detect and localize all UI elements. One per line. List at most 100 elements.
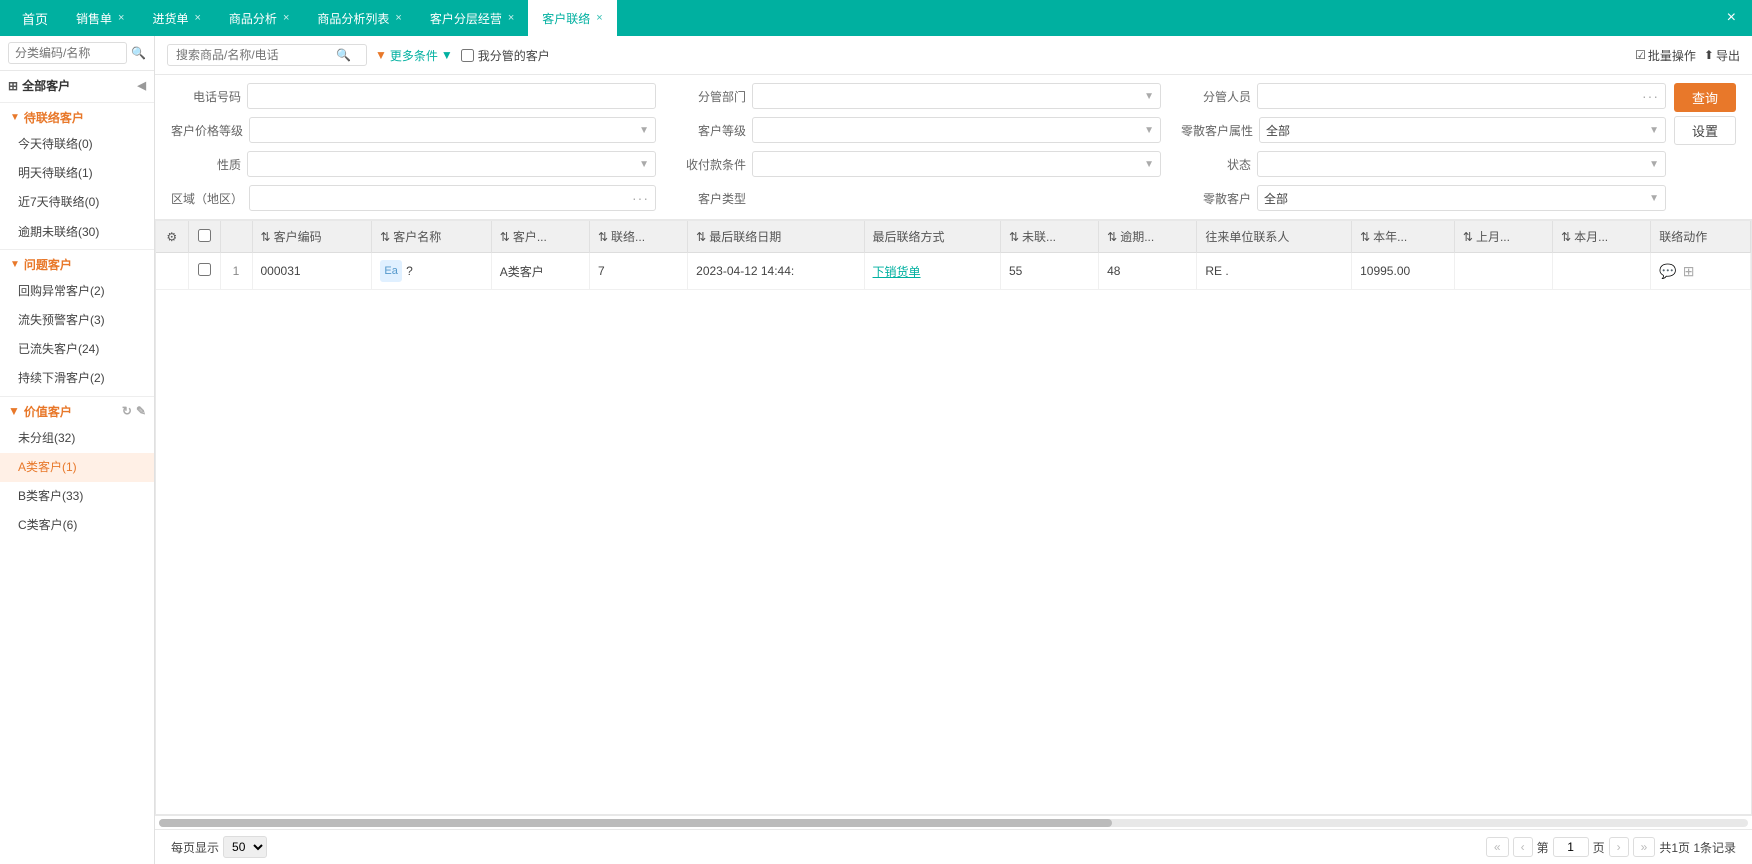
sidebar-item-today-contact[interactable]: 今天待联络(0) — [0, 130, 154, 159]
sidebar-item-week-contact[interactable]: 近7天待联络(0) — [0, 188, 154, 217]
filter-label-customer-level: 客户等级 — [676, 122, 746, 139]
settings-button[interactable]: 设置 — [1674, 116, 1736, 145]
first-page-btn[interactable]: « — [1486, 837, 1509, 857]
scrollbar-thumb[interactable] — [159, 819, 1112, 827]
filter-select-payment[interactable]: ▼ — [752, 151, 1161, 177]
td-row-unit-contact: RE . — [1197, 253, 1352, 290]
filter-label-manager: 分管人员 — [1181, 88, 1251, 105]
filter-cell-manager: 分管人员 ··· — [1181, 83, 1666, 109]
td-row-this-year: 10995.00 — [1352, 253, 1455, 290]
chat-action-icon[interactable]: 💬 — [1659, 263, 1676, 280]
close-purchase-tab[interactable]: × — [194, 12, 200, 24]
sidebar-item-a-class[interactable]: A类客户(1) — [0, 453, 154, 482]
query-button[interactable]: 查询 — [1674, 83, 1736, 112]
sidebar-item-tomorrow-contact[interactable]: 明天待联络(1) — [0, 159, 154, 188]
name-avatar-wrap: Ea ? — [380, 260, 413, 282]
close-sales-tab[interactable]: × — [118, 12, 124, 24]
sidebar-item-c-class[interactable]: C类客户(6) — [0, 511, 154, 540]
filter-label-phone: 电话号码 — [171, 88, 241, 105]
sidebar-item-repurchase-abnormal[interactable]: 回购异常客户(2) — [0, 277, 154, 306]
th-num — [220, 221, 252, 253]
filter-select-customer-level[interactable]: ▼ — [752, 117, 1161, 143]
filter-select-nature[interactable]: ▼ — [247, 151, 656, 177]
filter-input-phone[interactable] — [247, 83, 656, 109]
per-page-select[interactable]: 50 — [223, 836, 267, 858]
sort-icon: ⇅ — [598, 230, 608, 244]
caret-scatter: ▼ — [1649, 193, 1659, 204]
nav-tab-customer-segment[interactable]: 客户分层经营 × — [416, 0, 528, 36]
filter-btn[interactable]: ▼ 更多条件 ▼ — [375, 47, 453, 64]
sidebar-item-churn-warning[interactable]: 流失预警客户(3) — [0, 306, 154, 335]
qr-action-icon[interactable]: ⊞ — [1683, 263, 1695, 280]
sidebar-item-b-class[interactable]: B类客户(33) — [0, 482, 154, 511]
filter-select-dept[interactable]: ▼ — [752, 83, 1161, 109]
sidebar-item-unclassified[interactable]: 未分组(32) — [0, 424, 154, 453]
filter-select-scatter[interactable]: 全部 ▼ — [1257, 185, 1666, 211]
caret-dept: ▼ — [1144, 91, 1154, 102]
sort-icon: ⇅ — [696, 230, 706, 244]
sidebar-item-churned[interactable]: 已流失客户(24) — [0, 335, 154, 364]
filter-select-price-level[interactable]: ▼ — [249, 117, 656, 143]
select-all-checkbox[interactable] — [198, 229, 211, 242]
nav-tab-goods-analysis-list[interactable]: 商品分析列表 × — [303, 0, 415, 36]
td-row-last-method[interactable]: 下销货单 — [864, 253, 1000, 290]
page-number-input[interactable] — [1553, 837, 1589, 857]
close-goods-analysis-tab[interactable]: × — [283, 12, 289, 24]
nav-tab-purchase[interactable]: 进货单 × — [138, 0, 214, 36]
scrollbar-track[interactable] — [159, 819, 1748, 827]
caret-price-level: ▼ — [639, 125, 649, 136]
sidebar-group-problem[interactable]: ▼ 问题客户 — [0, 252, 154, 277]
divider-1 — [0, 102, 154, 103]
horizontal-scrollbar[interactable] — [155, 815, 1752, 829]
td-row-contact: 7 — [589, 253, 687, 290]
th-gear[interactable]: ⚙ — [156, 221, 188, 253]
edit-icon[interactable]: ✎ — [136, 404, 146, 418]
my-customers-checkbox[interactable] — [461, 49, 474, 62]
sort-icon: ⇅ — [261, 230, 271, 244]
td-row-overdue: 48 — [1099, 253, 1197, 290]
th-check[interactable] — [188, 221, 220, 253]
sidebar-item-declining[interactable]: 持续下滑客户(2) — [0, 364, 154, 393]
export-icon: ⬆ — [1704, 48, 1714, 62]
nav-tab-goods-analysis[interactable]: 商品分析 × — [215, 0, 303, 36]
nav-tab-customer-contact[interactable]: 客户联络 × — [528, 0, 616, 36]
next-page-btn[interactable]: › — [1609, 837, 1629, 857]
filter-cell-nature: 性质 ▼ — [171, 151, 656, 177]
filter-select-status[interactable]: ▼ — [1257, 151, 1666, 177]
sort-icon: ⇅ — [1561, 230, 1571, 244]
td-row-check[interactable] — [188, 253, 220, 290]
all-customers-header[interactable]: ⊞ 全部客户 ◀ — [0, 71, 154, 100]
sidebar-group-pending-contact[interactable]: ▼ 待联络客户 — [0, 105, 154, 130]
sidebar-item-overdue-contact[interactable]: 逾期未联络(30) — [0, 218, 154, 247]
th-type: ⇅客户... — [491, 221, 589, 253]
nav-tab-sales[interactable]: 销售单 × — [62, 0, 138, 36]
export-btn[interactable]: ⬆ 导出 — [1704, 47, 1740, 64]
filter-label-customer-type: 客户类型 — [676, 190, 746, 207]
caret-nature: ▼ — [639, 159, 649, 170]
filter-icon: ▼ — [375, 48, 387, 62]
row-checkbox[interactable] — [198, 263, 211, 276]
last-contact-method-link[interactable]: 下销货单 — [873, 265, 921, 279]
batch-action-btn[interactable]: ☑ 批量操作 — [1635, 47, 1696, 64]
dots-manager: ··· — [1642, 88, 1659, 104]
close-goods-analysis-list-tab[interactable]: × — [395, 12, 401, 24]
filter-select-region[interactable]: ··· — [249, 185, 656, 211]
close-customer-segment-tab[interactable]: × — [508, 12, 514, 24]
sidebar-search-icon[interactable]: 🔍 — [131, 46, 146, 60]
filter-select-manager[interactable]: ··· — [1257, 83, 1666, 109]
prev-page-btn[interactable]: ‹ — [1513, 837, 1533, 857]
sort-icon: ⇅ — [380, 230, 390, 244]
search-submit-icon[interactable]: 🔍 — [336, 48, 351, 62]
my-customers-filter[interactable]: 我分管的客户 — [461, 47, 550, 64]
collapse-icon: ◀ — [138, 79, 146, 92]
last-page-btn[interactable]: » — [1633, 837, 1656, 857]
th-no-contact: ⇅未联... — [1000, 221, 1098, 253]
search-input[interactable] — [176, 48, 336, 62]
close-customer-contact-tab[interactable]: × — [596, 12, 602, 24]
sidebar-search-input[interactable] — [8, 42, 127, 64]
nav-tab-home[interactable]: 首页 — [8, 0, 62, 36]
refresh-icon[interactable]: ↻ — [122, 404, 132, 418]
close-all-tabs[interactable]: × — [1719, 9, 1744, 27]
th-last-month: ⇅上月... — [1454, 221, 1552, 253]
filter-select-scatter-attr[interactable]: 全部 ▼ — [1259, 117, 1666, 143]
